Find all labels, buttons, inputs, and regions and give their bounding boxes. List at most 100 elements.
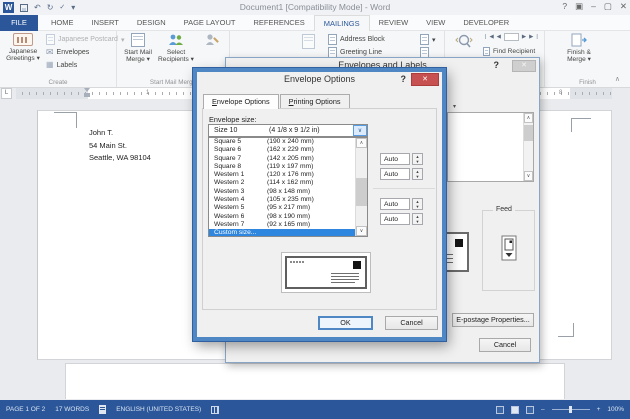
envelopes-button[interactable]: ✉ Envelopes bbox=[46, 47, 89, 57]
scroll-down-icon[interactable]: ∨ bbox=[524, 171, 533, 181]
minimize-icon[interactable]: – bbox=[591, 1, 596, 12]
spinner-icon[interactable]: ▲ ▼ bbox=[412, 168, 423, 180]
zoom-level[interactable]: 100% bbox=[607, 406, 624, 413]
spinner-icon[interactable]: ▲ ▼ bbox=[412, 213, 423, 225]
ok-button[interactable]: OK bbox=[318, 316, 373, 330]
epostage-properties-button[interactable]: E-postage Properties... bbox=[452, 313, 534, 327]
size-option[interactable]: Square 6 (162 x 229 mm) bbox=[209, 146, 357, 154]
page-indicator[interactable]: PAGE 1 OF 2 bbox=[6, 406, 45, 413]
scroll-up-icon[interactable]: ∧ bbox=[524, 113, 533, 123]
size-option[interactable]: Western 7 (92 x 165 mm) bbox=[209, 221, 357, 229]
spinner-icon[interactable]: ▲ ▼ bbox=[412, 198, 423, 210]
scroll-thumb[interactable] bbox=[356, 178, 367, 206]
tab-printing-options[interactable]: Printing Options bbox=[279, 94, 350, 108]
edit-recipient-list-button[interactable] bbox=[196, 33, 226, 49]
tab-stop-selector[interactable]: L bbox=[1, 88, 12, 99]
size-option[interactable]: Western 6 (98 x 190 mm) bbox=[209, 213, 357, 221]
scroll-down-icon[interactable]: ∨ bbox=[356, 226, 367, 236]
size-option[interactable]: Western 4 (105 x 235 mm) bbox=[209, 196, 357, 204]
find-recipient-button[interactable]: Find Recipient bbox=[483, 47, 535, 56]
size-option[interactable]: Custom size... bbox=[209, 229, 357, 236]
ribbon-tab[interactable]: REVIEW bbox=[370, 15, 418, 31]
size-option[interactable]: Western 1 (120 x 176 mm) bbox=[209, 171, 357, 179]
record-number-field[interactable] bbox=[503, 33, 519, 41]
spinner-icon[interactable]: ▲ ▼ bbox=[412, 153, 423, 165]
combobox-dropdown-icon[interactable]: ∨ bbox=[353, 125, 367, 136]
delivery-address-box[interactable]: ∧ ∨ bbox=[447, 112, 534, 182]
auto-spinner-field[interactable]: Auto ▲ ▼ bbox=[380, 168, 423, 180]
address-book-caret-icon[interactable]: ▾ bbox=[453, 103, 456, 110]
last-record-icon2[interactable]: | bbox=[536, 34, 537, 40]
selected-size-dims: (4 1/8 x 9 1/2 in) bbox=[269, 127, 320, 134]
preview-results-button[interactable] bbox=[450, 33, 478, 51]
print-layout-icon[interactable] bbox=[510, 405, 519, 414]
ruler-number: 1 bbox=[146, 90, 150, 96]
word-count[interactable]: 17 WORDS bbox=[55, 406, 89, 413]
proofing-icon[interactable] bbox=[99, 405, 107, 414]
japanese-postcard-button[interactable]: Japanese Postcard ▾ bbox=[46, 34, 124, 45]
dialog-close-icon[interactable]: ✕ bbox=[512, 60, 536, 72]
ribbon-tab[interactable]: INSERT bbox=[83, 15, 128, 31]
maximize-icon[interactable]: ▢ bbox=[604, 1, 612, 12]
finish-merge-button[interactable]: Finish & Merge ▾ bbox=[558, 33, 600, 64]
next-record-icon[interactable]: ▶ bbox=[522, 34, 526, 40]
japanese-greetings-button[interactable]: Japanese Greetings ▾ bbox=[3, 33, 43, 63]
rules-button[interactable]: ▾ bbox=[420, 34, 436, 45]
auto-spinner-field[interactable]: Auto ▲ ▼ bbox=[380, 213, 423, 225]
macro-record-icon[interactable] bbox=[211, 405, 220, 414]
web-layout-icon[interactable] bbox=[525, 405, 534, 414]
dialog-help-icon[interactable]: ? bbox=[401, 74, 407, 84]
address-scrollbar[interactable]: ∧ ∨ bbox=[523, 113, 533, 181]
zoom-slider-handle[interactable] bbox=[568, 406, 572, 413]
ribbon-display-options-icon[interactable]: ▣ bbox=[575, 1, 583, 12]
document-page-2[interactable] bbox=[65, 363, 565, 399]
start-mail-merge-button[interactable]: Start Mail Merge ▾ bbox=[120, 33, 156, 64]
el-cancel-button[interactable]: Cancel bbox=[479, 338, 531, 352]
prev-record-icon[interactable]: ◀ bbox=[497, 34, 501, 40]
size-option[interactable]: Western 5 (95 x 217 mm) bbox=[209, 204, 357, 212]
address-block-button[interactable]: Address Block bbox=[328, 34, 385, 45]
dialog-help-icon[interactable]: ? bbox=[494, 60, 500, 70]
size-option[interactable]: Square 5 (190 x 240 mm) bbox=[209, 138, 357, 146]
ribbon-tab[interactable]: DESIGN bbox=[128, 15, 175, 31]
auto-spinner-field[interactable]: Auto ▲ ▼ bbox=[380, 153, 423, 165]
ribbon-tab[interactable]: VIEW bbox=[417, 15, 454, 31]
size-option[interactable]: Western 3 (98 x 148 mm) bbox=[209, 188, 357, 196]
language-indicator[interactable]: ENGLISH (UNITED STATES) bbox=[116, 406, 201, 413]
ribbon-tab[interactable]: DEVELOPER bbox=[454, 15, 518, 31]
ribbon-tab[interactable]: MAILINGS bbox=[313, 15, 370, 31]
tab-envelope-options[interactable]: Envelope Options bbox=[203, 94, 279, 109]
help-icon[interactable]: ? bbox=[562, 1, 567, 12]
ribbon-tab[interactable]: REFERENCES bbox=[244, 15, 313, 31]
envelope-size-combobox[interactable]: Size 10 (4 1/8 x 9 1/2 in) ∨ bbox=[208, 124, 368, 137]
envelope-size-droplist[interactable]: Square 5 (190 x 240 mm) Square 6 (162 x 22… bbox=[208, 137, 368, 237]
scroll-up-icon[interactable]: ∧ bbox=[356, 138, 367, 148]
read-mode-icon[interactable] bbox=[495, 405, 504, 414]
ribbon-tab[interactable]: PAGE LAYOUT bbox=[175, 15, 245, 31]
close-icon[interactable]: ✕ bbox=[620, 1, 627, 12]
droplist-scrollbar[interactable]: ∧ ∨ bbox=[355, 138, 367, 236]
recipient-address[interactable]: John T. 54 Main St. Seattle, WA 98104 bbox=[89, 127, 151, 165]
labels-button[interactable]: ▦ Labels bbox=[46, 60, 77, 70]
highlight-merge-fields-button[interactable] bbox=[296, 34, 320, 51]
zoom-in-icon[interactable]: + bbox=[597, 406, 601, 413]
ribbon-tab[interactable]: HOME bbox=[42, 15, 83, 31]
last-record-icon[interactable]: ▶ bbox=[529, 34, 533, 40]
zoom-slider[interactable] bbox=[551, 406, 590, 413]
collapse-ribbon-icon[interactable]: ∧ bbox=[615, 75, 620, 83]
eo-cancel-button[interactable]: Cancel bbox=[385, 316, 438, 330]
size-option[interactable]: Square 7 (142 x 205 mm) bbox=[209, 155, 357, 163]
zoom-out-icon[interactable]: – bbox=[541, 406, 545, 413]
dialog-close-icon[interactable]: ✕ bbox=[411, 73, 439, 86]
size-option[interactable]: Western 2 (114 x 162 mm) bbox=[209, 179, 357, 187]
scroll-thumb[interactable] bbox=[524, 125, 533, 141]
record-navigator[interactable]: | ◀ ◀ ▶ ▶ | bbox=[485, 33, 538, 41]
tab-file[interactable]: FILE bbox=[0, 15, 38, 31]
first-record-icon2[interactable]: ◀ bbox=[489, 34, 493, 40]
feed-method-icon[interactable] bbox=[501, 235, 517, 261]
indent-marker[interactable] bbox=[84, 88, 90, 97]
first-record-icon[interactable]: | bbox=[485, 34, 486, 40]
select-recipients-button[interactable]: Select Recipients ▾ bbox=[158, 33, 194, 64]
size-option[interactable]: Square 8 (119 x 197 mm) bbox=[209, 163, 357, 171]
auto-spinner-field[interactable]: Auto ▲ ▼ bbox=[380, 198, 423, 210]
